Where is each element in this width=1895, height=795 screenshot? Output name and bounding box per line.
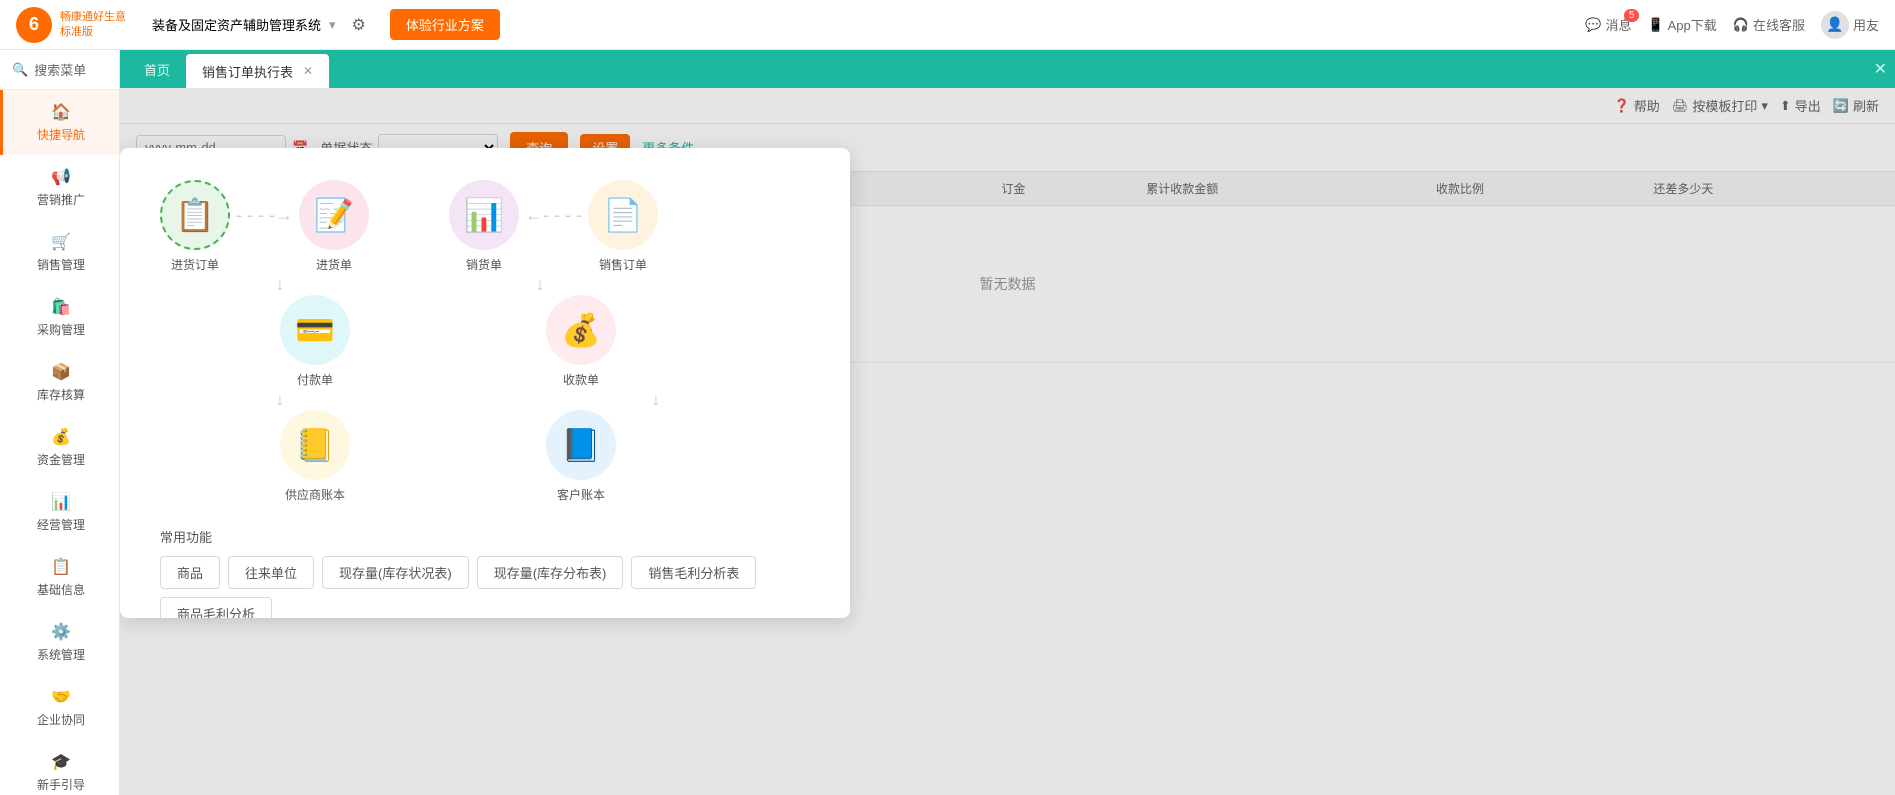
arrow-down-sale: ↓ <box>536 275 545 293</box>
func-btn-stock-status[interactable]: 现存量(库存状况表) <box>322 556 469 589</box>
tab-bar: 首页 销售订单执行表 ✕ ✕ <box>120 50 1895 88</box>
message-icon: 💬 <box>1585 17 1601 33</box>
payment-icon: 💳 <box>280 295 350 365</box>
system-name: 装备及固定资产辅助管理系统 <box>152 15 321 34</box>
logo-text: 畅康通好生意 标准版 <box>60 10 126 39</box>
search-menu-button[interactable]: 🔍 搜索菜单 <box>0 50 119 90</box>
logo-icon: 6 <box>16 7 52 43</box>
finance-icon: 💰 <box>51 427 71 447</box>
guide-modal: 📋 进货订单 - - - -→ 📝 <box>120 148 850 618</box>
phone-icon: 📱 <box>1647 17 1663 33</box>
page-content: ❓ 帮助 🖨 按模板打印 ▾ ⬆ 导出 🔄 刷新 <box>120 88 1895 795</box>
system-icon: ⚙️ <box>51 622 71 642</box>
top-header: 6 畅康通好生意 标准版 装备及固定资产辅助管理系统 ▾ ⚙ 体验行业方案 💬 … <box>0 0 1895 50</box>
common-functions-title: 常用功能 <box>160 527 810 546</box>
home-icon: 🏠 <box>51 102 71 122</box>
tab-close-icon[interactable]: ✕ <box>303 64 313 78</box>
sidebar-item-operation[interactable]: 📊 经营管理 <box>0 480 119 545</box>
operation-icon: 📊 <box>51 492 71 512</box>
avatar: 👤 <box>1821 11 1849 39</box>
flow-node-supplier-ledger[interactable]: 📒 供应商账本 <box>280 410 350 503</box>
sale-order-icon: 📄 <box>588 180 658 250</box>
purchase-icon: 🛍️ <box>51 297 71 317</box>
inventory-icon: 📦 <box>51 362 71 382</box>
flow-node-customer-ledger[interactable]: 📘 客户账本 <box>546 410 616 503</box>
sidebar-item-inventory[interactable]: 📦 库存核算 <box>0 350 119 415</box>
func-btn-partner[interactable]: 往来单位 <box>228 556 314 589</box>
gear-icon[interactable]: ⚙ <box>352 15 366 35</box>
tab-bar-close-icon[interactable]: ✕ <box>1874 59 1887 79</box>
search-icon: 🔍 <box>12 62 28 78</box>
flow-node-payment[interactable]: 💳 付款单 <box>280 295 350 388</box>
logo-area: 6 畅康通好生意 标准版 <box>16 7 136 43</box>
flow-node-sale-order[interactable]: 📄 销售订单 <box>588 180 658 273</box>
header-right: 💬 消息 5 📱 App下载 🎧 在线客服 👤 用友 <box>1585 11 1879 39</box>
user-menu[interactable]: 👤 用友 <box>1821 11 1879 39</box>
arrow-down-purchase: ↓ <box>276 275 285 293</box>
tab-home[interactable]: 首页 <box>128 50 186 88</box>
system-title: 装备及固定资产辅助管理系统 ▾ ⚙ 体验行业方案 <box>136 9 1585 40</box>
arrow-down-receipt: ↓ <box>652 390 661 408</box>
func-btn-sales-profit[interactable]: 销售毛利分析表 <box>631 556 756 589</box>
guide-modal-overlay: 📋 进货订单 - - - -→ 📝 <box>120 88 1895 795</box>
content-area: 首页 销售订单执行表 ✕ ✕ ❓ 帮助 🖨 按模板打印 ▾ <box>120 50 1895 795</box>
func-btn-product[interactable]: 商品 <box>160 556 220 589</box>
func-btn-product-profit[interactable]: 商品毛利分析 <box>160 597 272 618</box>
enterprise-icon: 🤝 <box>51 687 71 707</box>
sidebar-item-basic-info[interactable]: 📋 基础信息 <box>0 545 119 610</box>
sidebar-item-marketing[interactable]: 📢 营销推广 <box>0 155 119 220</box>
sale-bill-icon: 📊 <box>449 180 519 250</box>
purchase-bill-icon: 📝 <box>299 180 369 250</box>
sidebar-item-sales[interactable]: 🛒 销售管理 <box>0 220 119 285</box>
purchase-order-icon: 📋 <box>160 180 230 250</box>
message-badge: 5 <box>1624 9 1640 22</box>
sidebar-item-finance[interactable]: 💰 资金管理 <box>0 415 119 480</box>
supplier-ledger-icon: 📒 <box>280 410 350 480</box>
receipt-icon: 💰 <box>546 295 616 365</box>
flow-node-receipt[interactable]: 💰 收款单 <box>546 295 616 388</box>
common-functions: 常用功能 商品 往来单位 现存量(库存状况表) 现存量(库存分布表) 销售毛利分… <box>160 527 810 618</box>
sidebar-item-newbie[interactable]: 🎓 新手引导 <box>0 740 119 795</box>
message-button[interactable]: 💬 消息 5 <box>1585 15 1631 34</box>
sidebar-item-enterprise[interactable]: 🤝 企业协同 <box>0 675 119 740</box>
dropdown-arrow-icon[interactable]: ▾ <box>329 17 336 33</box>
try-industry-button[interactable]: 体验行业方案 <box>390 9 500 40</box>
main-layout: 🔍 搜索菜单 🏠 快捷导航 📢 营销推广 🛒 销售管理 🛍️ 采购管理 📦 库存… <box>0 50 1895 795</box>
flow-node-sale-bill[interactable]: 📊 销货单 <box>449 180 519 273</box>
func-btn-stock-dist[interactable]: 现存量(库存分布表) <box>477 556 624 589</box>
headset-icon: 🎧 <box>1733 17 1749 33</box>
sales-icon: 🛒 <box>51 232 71 252</box>
marketing-icon: 📢 <box>51 167 71 187</box>
basic-info-icon: 📋 <box>51 557 71 577</box>
online-service-button[interactable]: 🎧 在线客服 <box>1733 15 1805 34</box>
sidebar: 🔍 搜索菜单 🏠 快捷导航 📢 营销推广 🛒 销售管理 🛍️ 采购管理 📦 库存… <box>0 50 120 795</box>
newbie-icon: 🎓 <box>51 752 71 772</box>
flow-node-purchase-bill[interactable]: 📝 进货单 <box>299 180 369 273</box>
flow-diagram: 📋 进货订单 - - - -→ 📝 <box>160 180 810 503</box>
flow-node-purchase-order[interactable]: 📋 进货订单 <box>160 180 230 273</box>
app-download-button[interactable]: 📱 App下载 <box>1647 15 1716 34</box>
tab-sales-order[interactable]: 销售订单执行表 ✕ <box>186 54 329 88</box>
arrow-down-payment: ↓ <box>276 390 285 408</box>
sidebar-item-quick-guide[interactable]: 🏠 快捷导航 <box>0 90 119 155</box>
sidebar-item-system[interactable]: ⚙️ 系统管理 <box>0 610 119 675</box>
func-buttons: 商品 往来单位 现存量(库存状况表) 现存量(库存分布表) 销售毛利分析表 商品… <box>160 556 810 618</box>
sidebar-item-purchase[interactable]: 🛍️ 采购管理 <box>0 285 119 350</box>
customer-ledger-icon: 📘 <box>546 410 616 480</box>
